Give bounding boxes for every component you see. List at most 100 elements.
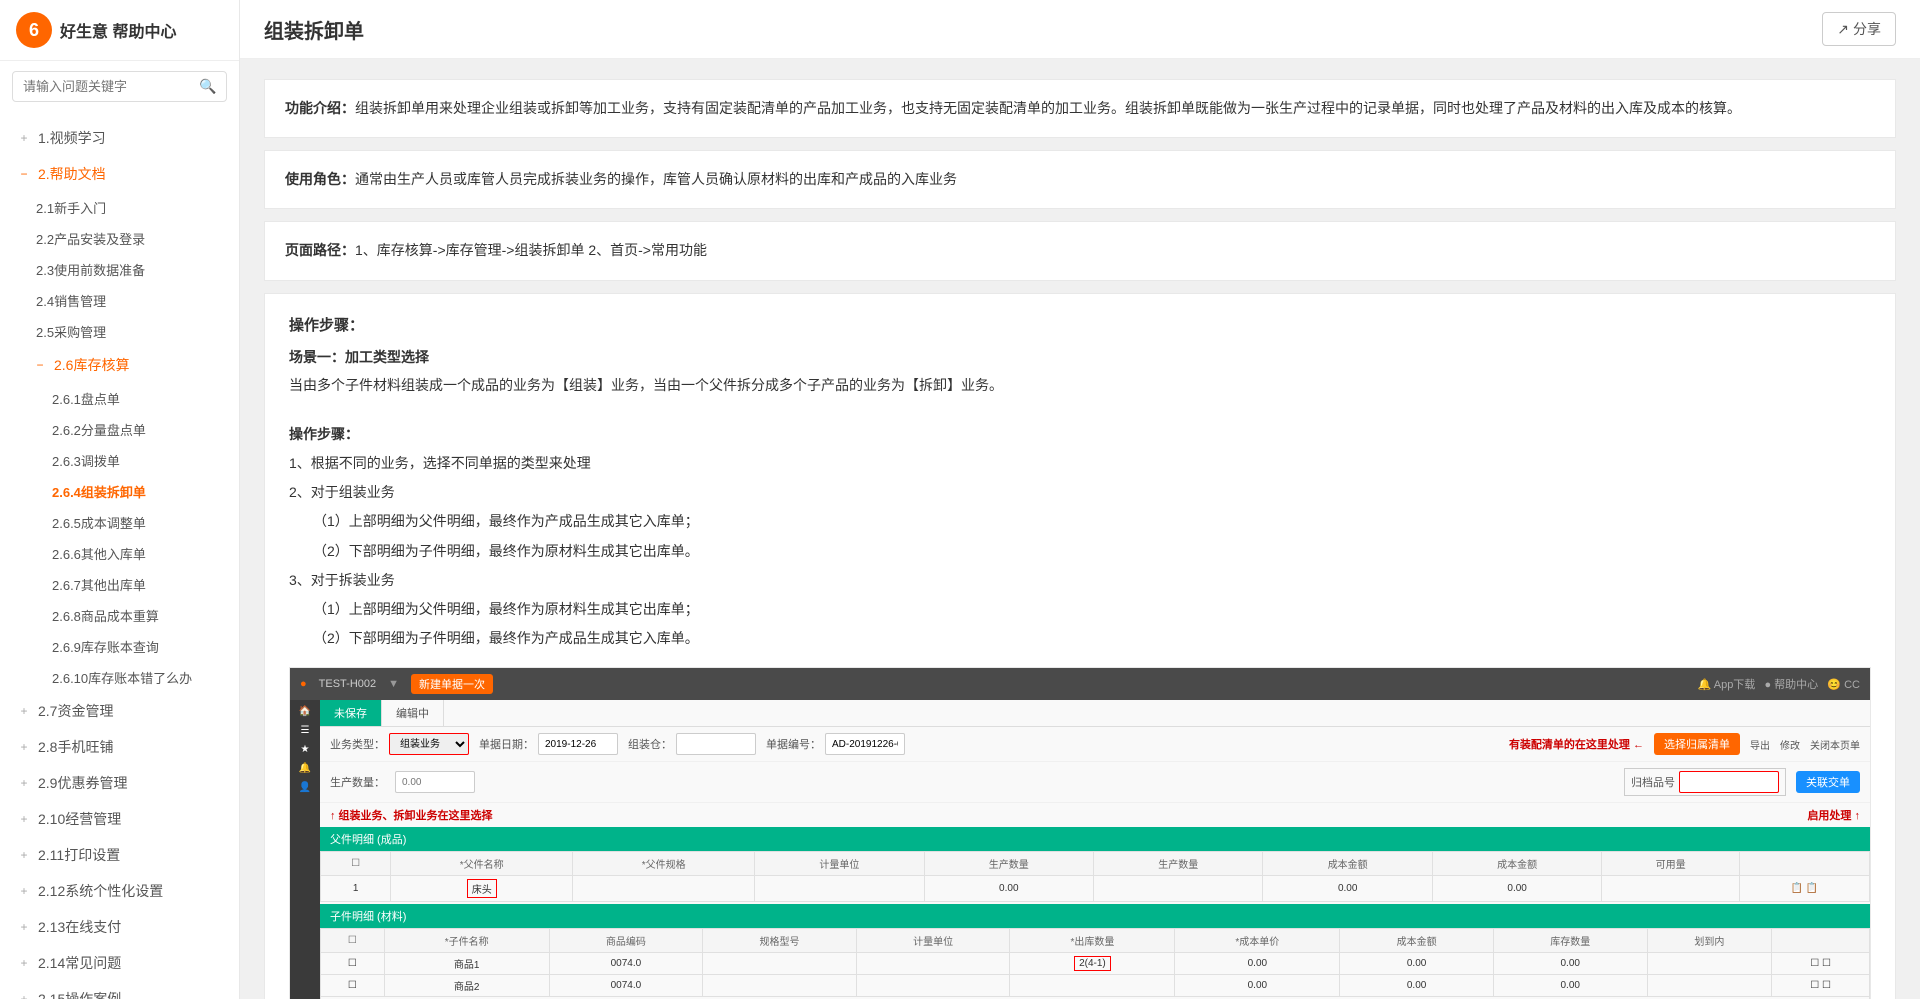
step1: 1、根据不同的业务，选择不同单据的类型来处理 bbox=[289, 451, 1871, 476]
sidebar-subitem-goodscost[interactable]: 2.6.8商品成本重算 bbox=[0, 600, 239, 631]
path-label: 页面路径： bbox=[285, 242, 355, 258]
sidebar-item-print[interactable]: + 2.11打印设置 bbox=[0, 837, 239, 873]
plus-icon-capital: + bbox=[16, 703, 32, 719]
minus-icon-inv: − bbox=[32, 357, 48, 373]
role-label: 使用角色： bbox=[285, 171, 355, 187]
app-icon-star[interactable]: ★ bbox=[301, 744, 310, 755]
sidebar-subitem-check[interactable]: 2.6.9库存账本查询 bbox=[0, 631, 239, 662]
sidebar-subitem-assembly[interactable]: 2.6.4组装拆卸单 bbox=[0, 476, 239, 507]
table-row-bottom-2: ☐ 商品2 0074.0 0.00 0.00 0.00 bbox=[321, 975, 1870, 997]
plus-icon-faq: + bbox=[16, 955, 32, 971]
sidebar-item-docs[interactable]: − 2.帮助文档 bbox=[0, 156, 239, 192]
app-btn-edit[interactable]: 修改 bbox=[1780, 737, 1800, 752]
col-b-cost: *成本单价 bbox=[1175, 929, 1340, 953]
search-icon[interactable]: 🔍 bbox=[199, 78, 216, 95]
sidebar-subitem-new[interactable]: 2.1新手入门 bbox=[0, 192, 239, 223]
sidebar-item-online[interactable]: + 2.13在线支付 bbox=[0, 909, 239, 945]
plus-icon-personalize: + bbox=[16, 883, 32, 899]
sidebar-item-manage[interactable]: + 2.10经营管理 bbox=[0, 801, 239, 837]
screenshot-container: ● TEST-H002 ▼ 新建单据一次 🔔 App下载 ● 帮助中心 😊 CC… bbox=[289, 667, 1871, 999]
search-input[interactable] bbox=[23, 79, 199, 94]
sidebar-subitem-wrong[interactable]: 2.6.10库存账本错了么办 bbox=[0, 662, 239, 693]
app-section-bottom: 子件明细 (材料) bbox=[320, 904, 1870, 928]
plus-icon-online: + bbox=[16, 919, 32, 935]
sidebar-subitem-sales[interactable]: 2.4销售管理 bbox=[0, 285, 239, 316]
sidebar-subitem-purchase[interactable]: 2.5采购管理 bbox=[0, 316, 239, 347]
plus-icon-mobile: + bbox=[16, 739, 32, 755]
role-block: 使用角色：通常由生产人员或库管人员完成拆装业务的操作，库管人员确认原材料的出库和… bbox=[264, 150, 1896, 209]
ops-subtitle: 操作步骤： bbox=[289, 426, 359, 442]
page-title: 组装拆卸单 bbox=[264, 15, 364, 44]
app-section-top: 父件明细 (成品) bbox=[320, 827, 1870, 851]
sidebar-item-faq[interactable]: + 2.14常见问题 bbox=[0, 945, 239, 981]
app-left-icons: 🏠 ☰ ★ 🔔 👤 bbox=[290, 700, 320, 999]
search-box[interactable]: 🔍 bbox=[12, 71, 227, 102]
app-tab-unsaved[interactable]: 未保存 bbox=[320, 700, 382, 726]
app-field-date: 单据日期： bbox=[479, 733, 618, 755]
main-area: 组装拆卸单 ↗ 分享 功能介绍：组装拆卸单用来处理企业组装或拆卸等加工业务，支持… bbox=[240, 0, 1920, 999]
share-button[interactable]: ↗ 分享 bbox=[1822, 12, 1896, 46]
sidebar-subitem-install[interactable]: 2.2产品安装及登录 bbox=[0, 223, 239, 254]
sidebar-subitem-cost[interactable]: 2.6.5成本调整单 bbox=[0, 507, 239, 538]
step2-2: （2）下部明细为子件明细，最终作为原材料生成其它出库单。 bbox=[289, 539, 1871, 564]
sidebar-subitem-split[interactable]: 2.6.2分量盘点单 bbox=[0, 414, 239, 445]
col-produce-qty2: 生产数量 bbox=[1094, 852, 1263, 876]
sidebar-subitem-otherout[interactable]: 2.6.7其他出库单 bbox=[0, 569, 239, 600]
app-icon-bell[interactable]: 🔔 bbox=[299, 763, 311, 774]
app-type-select[interactable]: 组装业务 拆卸业务 bbox=[389, 733, 469, 755]
app-btn-close[interactable]: 关闭本页单 bbox=[1810, 737, 1860, 752]
app-code-input[interactable] bbox=[825, 733, 905, 755]
app-btn-confirm[interactable]: 关联交单 bbox=[1796, 771, 1860, 793]
sidebar-item-mobile[interactable]: + 2.8手机旺铺 bbox=[0, 729, 239, 765]
sidebar-subitem-otherin[interactable]: 2.6.6其他入库单 bbox=[0, 538, 239, 569]
content-area: 功能介绍：组装拆卸单用来处理企业组装或拆卸等加工业务，支持有固定装配清单的产品加… bbox=[240, 59, 1920, 999]
sidebar-subitem-data[interactable]: 2.3使用前数据准备 bbox=[0, 254, 239, 285]
main-content-block: 操作步骤： 场景一：加工类型选择 当由多个子件材料组装成一个成品的业务为【组装】… bbox=[264, 293, 1896, 999]
col-b-name: *子件名称 bbox=[384, 929, 549, 953]
sidebar-item-capital[interactable]: + 2.7资金管理 bbox=[0, 693, 239, 729]
sidebar-subitem-adjust[interactable]: 2.6.3调拨单 bbox=[0, 445, 239, 476]
sidebar-subitem-stocktake[interactable]: 2.6.1盘点单 bbox=[0, 383, 239, 414]
col-unit: 计量单位 bbox=[755, 852, 924, 876]
step3: 3、对于拆装业务 bbox=[289, 568, 1871, 593]
col-b-amt: 成本金额 bbox=[1340, 929, 1494, 953]
logo-icon: 6 bbox=[16, 12, 52, 48]
app-btn-export[interactable]: 导出 bbox=[1750, 737, 1770, 752]
app-icon-person[interactable]: 👤 bbox=[299, 782, 311, 793]
app-form-row1: 业务类型： 组装业务 拆卸业务 单据日期： bbox=[320, 727, 1870, 762]
step2-1: （1）上部明细为父件明细，最终作为产成品生成其它入库单； bbox=[289, 509, 1871, 534]
sidebar-item-cases[interactable]: + 2.15操作案例 bbox=[0, 981, 239, 999]
app-table-top: ☐ *父件名称 *父件规格 计量单位 生产数量 生产数量 成本金额 成本金额 可… bbox=[320, 851, 1870, 902]
feature-intro-label: 功能介绍： bbox=[285, 100, 355, 116]
col-b-checkbox: ☐ bbox=[321, 929, 385, 953]
path-text: 1、库存核算->库存管理->组装拆卸单 2、首页->常用功能 bbox=[355, 242, 707, 258]
annotation-3: 启用处理 ↑ bbox=[1807, 807, 1860, 823]
app-date-input[interactable] bbox=[538, 733, 618, 755]
app-icon-home[interactable]: 🏠 bbox=[299, 706, 311, 717]
col-b-spec: 规格型号 bbox=[703, 929, 857, 953]
app-search-input[interactable] bbox=[1679, 771, 1779, 793]
app-code-label: 单据编号： bbox=[766, 736, 821, 752]
sidebar: 6 好生意 帮助中心 🔍 + 1.视频学习 − 2.帮助文档 2.1新手入门 2… bbox=[0, 0, 240, 999]
plus-icon: + bbox=[16, 130, 32, 146]
col-b-stock: 库存数量 bbox=[1493, 929, 1647, 953]
app-tab-editing[interactable]: 编辑中 bbox=[382, 700, 444, 726]
feature-intro-block: 功能介绍：组装拆卸单用来处理企业组装或拆卸等加工业务，支持有固定装配清单的产品加… bbox=[264, 79, 1896, 138]
sidebar-item-inventory[interactable]: − 2.6库存核算 bbox=[0, 347, 239, 383]
app-new-btn[interactable]: 新建单据一次 bbox=[411, 674, 493, 694]
plus-icon-coupon: + bbox=[16, 775, 32, 791]
app-icons: 🔔 App下载 ● 帮助中心 😊 CC bbox=[1698, 676, 1860, 692]
annotation-row: ↑ 组装业务、拆卸业务在这里选择 启用处理 ↑ bbox=[320, 803, 1870, 827]
sidebar-item-personalize[interactable]: + 2.12系统个性化设置 bbox=[0, 873, 239, 909]
sidebar-header: 6 好生意 帮助中心 bbox=[0, 0, 239, 61]
app-logo: ● bbox=[300, 678, 307, 690]
app-table-bottom: ☐ *子件名称 商品编码 规格型号 计量单位 *出库数量 *成本单价 成本金额 … bbox=[320, 928, 1870, 999]
plus-icon-manage: + bbox=[16, 811, 32, 827]
sidebar-item-video[interactable]: + 1.视频学习 bbox=[0, 120, 239, 156]
app-warehouse-input[interactable] bbox=[676, 733, 756, 755]
app-btn-select-list[interactable]: 选择归属清单 bbox=[1654, 733, 1740, 755]
path-block: 页面路径：1、库存核算->库存管理->组装拆卸单 2、首页->常用功能 bbox=[264, 221, 1896, 280]
app-icon-list[interactable]: ☰ bbox=[301, 725, 310, 736]
app-qty-input[interactable] bbox=[395, 771, 475, 793]
sidebar-item-coupon[interactable]: + 2.9优惠券管理 bbox=[0, 765, 239, 801]
